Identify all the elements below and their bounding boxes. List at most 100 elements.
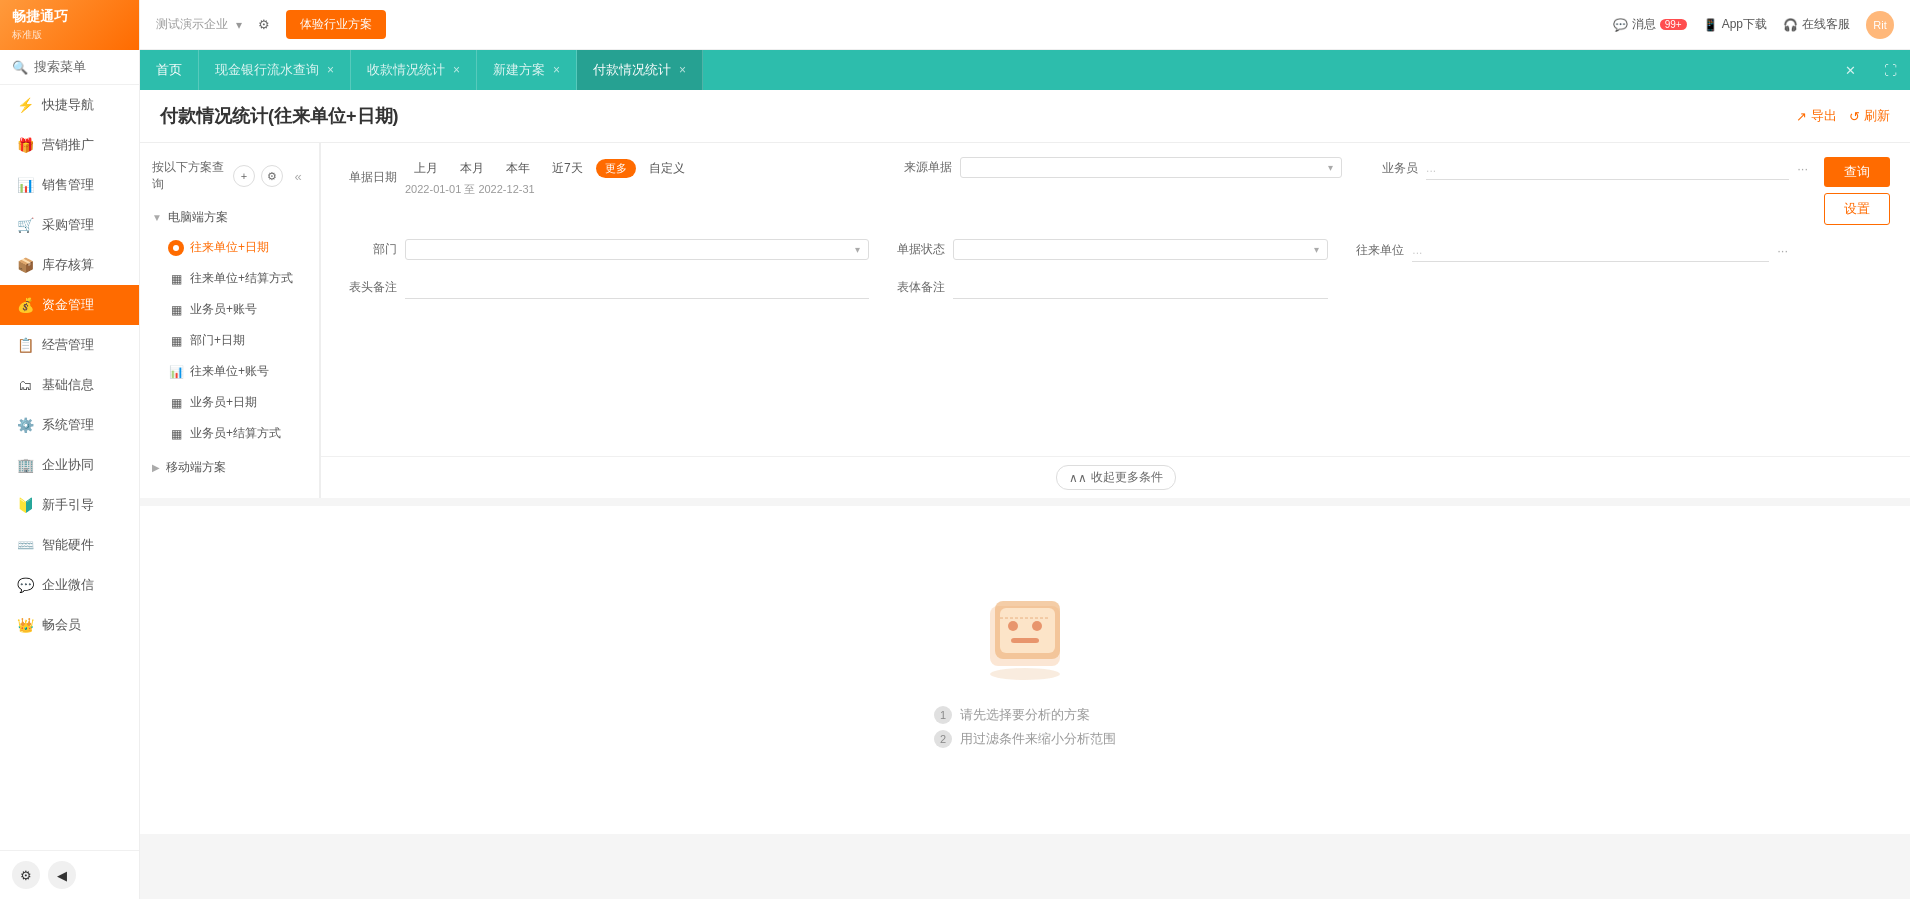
scheme-settings-btn[interactable]: ⚙ bbox=[261, 165, 283, 187]
filter-field-date: 单据日期 上月 本月 本年 近7天 更多 自定义 bbox=[341, 157, 876, 197]
btn-last-7-days[interactable]: 近7天 bbox=[543, 157, 592, 180]
filter-field-body-note: 表体备注 bbox=[889, 276, 1329, 299]
query-btn[interactable]: 查询 bbox=[1824, 157, 1890, 187]
btn-custom[interactable]: 自定义 bbox=[640, 157, 694, 180]
scheme-item-staff-settlement[interactable]: ▦ 业务员+结算方式 bbox=[140, 418, 319, 449]
empty-tip-1: 1 请先选择要分析的方案 bbox=[934, 706, 1116, 724]
desktop-group-arrow: ▼ bbox=[152, 212, 162, 223]
tab-payment-stat-close[interactable]: × bbox=[679, 63, 686, 77]
sidebar-item-label: 企业微信 bbox=[42, 576, 94, 594]
collapse-sidebar-icon[interactable]: ◀ bbox=[48, 861, 76, 889]
sidebar-item-operation[interactable]: 📋 经营管理 bbox=[0, 325, 139, 365]
header-note-input[interactable] bbox=[405, 276, 869, 299]
counterparty-more-icon[interactable]: ··· bbox=[1777, 243, 1788, 258]
sidebar-item-purchase[interactable]: 🛒 采购管理 bbox=[0, 205, 139, 245]
headset-icon: 🎧 bbox=[1783, 18, 1798, 32]
purchase-icon: 🛒 bbox=[16, 216, 34, 234]
sidebar-item-guide[interactable]: 🔰 新手引导 bbox=[0, 485, 139, 525]
sidebar-item-wechat[interactable]: 💬 企业微信 bbox=[0, 565, 139, 605]
tab-receipt-stat-close[interactable]: × bbox=[453, 63, 460, 77]
avatar[interactable]: Rit bbox=[1866, 11, 1894, 39]
sidebar-item-enterprise[interactable]: 🏢 企业协同 bbox=[0, 445, 139, 485]
sidebar-item-inventory[interactable]: 📦 库存核算 bbox=[0, 245, 139, 285]
scheme-group-desktop-header[interactable]: ▼ 电脑端方案 bbox=[140, 203, 319, 232]
scheme-collapse-btn[interactable]: « bbox=[289, 167, 307, 185]
tab-payment-stat[interactable]: 付款情况统计 × bbox=[577, 50, 703, 90]
sidebar-item-finance[interactable]: 💰 资金管理 bbox=[0, 285, 139, 325]
sidebar-item-sales[interactable]: 📊 销售管理 bbox=[0, 165, 139, 205]
btn-more[interactable]: 更多 bbox=[596, 159, 636, 178]
tab-cash-flow[interactable]: 现金银行流水查询 × bbox=[199, 50, 351, 90]
sidebar-item-marketing[interactable]: 🎁 营销推广 bbox=[0, 125, 139, 165]
page-content: 付款情况统计(往来单位+日期) ↗ 导出 ↺ 刷新 按 bbox=[140, 90, 1910, 899]
add-scheme-btn[interactable]: + bbox=[233, 165, 255, 187]
sidebar-item-basic-info[interactable]: 🗂 基础信息 bbox=[0, 365, 139, 405]
collapse-more-btn[interactable]: ∧∧ 收起更多条件 bbox=[1056, 465, 1176, 490]
sidebar-footer: ⚙ ◀ bbox=[0, 850, 139, 899]
btn-this-year[interactable]: 本年 bbox=[497, 157, 539, 180]
scheme-sidebar: 按以下方案查询 + ⚙ « ▼ 电脑端方案 bbox=[140, 143, 320, 498]
staff-more-icon[interactable]: ··· bbox=[1797, 161, 1808, 176]
search-menu[interactable]: 🔍 搜索菜单 bbox=[0, 50, 139, 85]
tab-right-actions: ✕ ⛶ bbox=[1830, 50, 1910, 90]
scheme-item-staff-date[interactable]: ▦ 业务员+日期 bbox=[140, 387, 319, 418]
scheme-toolbar-icons: + ⚙ « bbox=[233, 165, 307, 187]
tab-close-all-icon[interactable]: ✕ bbox=[1830, 50, 1870, 90]
online-service-btn[interactable]: 🎧 在线客服 bbox=[1783, 16, 1850, 33]
sidebar-item-label: 企业协同 bbox=[42, 456, 94, 474]
btn-this-month[interactable]: 本月 bbox=[451, 157, 493, 180]
scheme-item-unit-settlement[interactable]: ▦ 往来单位+结算方式 bbox=[140, 263, 319, 294]
voucher-status-select[interactable]: ▾ bbox=[953, 239, 1329, 260]
voucher-status-label: 单据状态 bbox=[889, 241, 945, 258]
app-download-icon: 📱 bbox=[1703, 18, 1718, 32]
scheme-item-dept-date[interactable]: ▦ 部门+日期 bbox=[140, 325, 319, 356]
sidebar-item-label: 销售管理 bbox=[42, 176, 94, 194]
tab-expand-icon[interactable]: ⛶ bbox=[1870, 50, 1910, 90]
collapse-label: 收起更多条件 bbox=[1091, 469, 1163, 486]
filter-row-1: 单据日期 上月 本月 本年 近7天 更多 自定义 bbox=[341, 157, 1890, 225]
dept-select[interactable]: ▾ bbox=[405, 239, 869, 260]
tab-new-scheme[interactable]: 新建方案 × bbox=[477, 50, 577, 90]
message-btn[interactable]: 💬 消息 99+ bbox=[1613, 16, 1687, 33]
tab-new-scheme-close[interactable]: × bbox=[553, 63, 560, 77]
sidebar-item-quick-nav[interactable]: ⚡ 快捷导航 bbox=[0, 85, 139, 125]
tab-home[interactable]: 首页 bbox=[140, 50, 199, 90]
refresh-icon: ↺ bbox=[1849, 109, 1860, 124]
voucher-status-dropdown-icon: ▾ bbox=[1314, 244, 1319, 255]
topbar: 测试演示企业 ▾ ⚙ 体验行业方案 💬 消息 99+ 📱 App下载 🎧 在线客… bbox=[140, 0, 1910, 50]
tip-num-2: 2 bbox=[934, 730, 952, 748]
btn-last-month[interactable]: 上月 bbox=[405, 157, 447, 180]
body-note-input[interactable] bbox=[953, 276, 1329, 299]
tab-receipt-stat[interactable]: 收款情况统计 × bbox=[351, 50, 477, 90]
scheme-item-unit-account[interactable]: 📊 往来单位+账号 bbox=[140, 356, 319, 387]
tab-cash-flow-close[interactable]: × bbox=[327, 63, 334, 77]
header-note-label: 表头备注 bbox=[341, 279, 397, 296]
trial-btn[interactable]: 体验行业方案 bbox=[286, 10, 386, 39]
empty-illustration bbox=[965, 586, 1085, 686]
basic-info-icon: 🗂 bbox=[16, 376, 34, 394]
date-value: 上月 本月 本年 近7天 更多 自定义 2022-01-01 至 2022-12… bbox=[405, 157, 876, 197]
company-dropdown-icon[interactable]: ▾ bbox=[236, 18, 242, 32]
svg-rect-5 bbox=[1011, 638, 1039, 643]
export-btn[interactable]: ↗ 导出 bbox=[1796, 107, 1837, 125]
source-select[interactable]: ▾ bbox=[960, 157, 1342, 178]
scheme-item-staff-account[interactable]: ▦ 业务员+账号 bbox=[140, 294, 319, 325]
settings-footer-icon[interactable]: ⚙ bbox=[12, 861, 40, 889]
scheme-item-label: 往来单位+结算方式 bbox=[190, 270, 293, 287]
tip-num-1: 1 bbox=[934, 706, 952, 724]
sidebar-item-system[interactable]: ⚙️ 系统管理 bbox=[0, 405, 139, 445]
sidebar-item-vip[interactable]: 👑 畅会员 bbox=[0, 605, 139, 645]
scheme-item-unit-date[interactable]: 往来单位+日期 bbox=[140, 232, 319, 263]
topbar-left: 测试演示企业 ▾ ⚙ 体验行业方案 bbox=[156, 10, 1601, 39]
staff-input[interactable] bbox=[1426, 157, 1789, 180]
scheme-group-mobile-header[interactable]: ▶ 移动端方案 bbox=[140, 453, 319, 482]
settings-btn[interactable]: 设置 bbox=[1824, 193, 1890, 225]
topbar-settings-icon[interactable]: ⚙ bbox=[250, 11, 278, 39]
scheme-group-desktop: ▼ 电脑端方案 往来单位+日期 ▦ 往来单位+结算方式 ▦ bbox=[140, 203, 319, 449]
export-label: 导出 bbox=[1811, 107, 1837, 125]
sidebar-item-hardware[interactable]: ⌨️ 智能硬件 bbox=[0, 525, 139, 565]
counterparty-input[interactable] bbox=[1412, 239, 1769, 262]
refresh-btn[interactable]: ↺ 刷新 bbox=[1849, 107, 1890, 125]
sidebar-logo: 畅捷通巧 标准版 bbox=[12, 8, 68, 42]
app-download-btn[interactable]: 📱 App下载 bbox=[1703, 16, 1767, 33]
